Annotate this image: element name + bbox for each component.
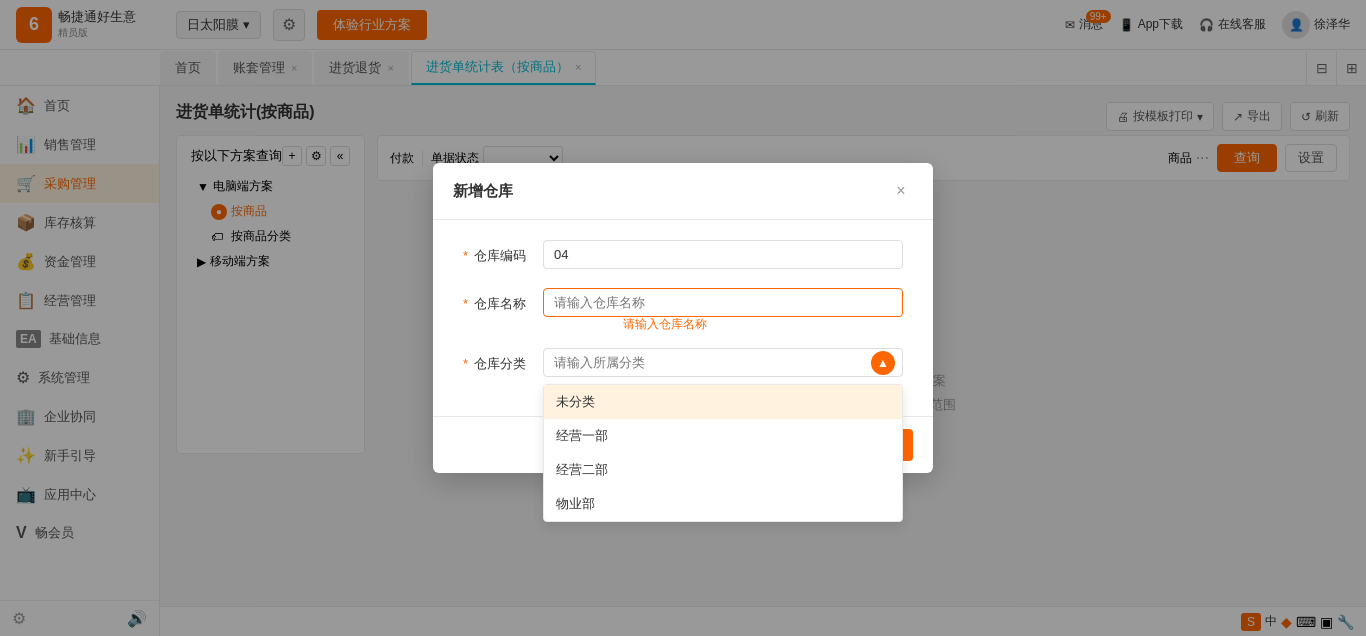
name-label: * 仓库名称: [463, 288, 543, 320]
option-dept1[interactable]: 经营一部: [544, 419, 902, 453]
category-dropdown[interactable]: ▲: [543, 348, 903, 377]
code-input[interactable]: [543, 240, 903, 269]
name-error-message: 请输入仓库名称: [623, 316, 707, 333]
category-toggle-icon[interactable]: ▲: [871, 351, 895, 375]
name-input[interactable]: [543, 288, 903, 317]
form-row-name: * 仓库名称 请输入仓库名称: [463, 288, 903, 320]
dialog-header: 新增仓库 ×: [433, 163, 933, 220]
option-property[interactable]: 物业部: [544, 487, 902, 521]
dialog-overlay[interactable]: 新增仓库 × * 仓库编码 * 仓库名称 请输入仓库名称: [0, 0, 1366, 636]
option-dept2[interactable]: 经营二部: [544, 453, 902, 487]
category-dropdown-list: 未分类 经营一部 经营二部 物业部: [543, 384, 903, 522]
form-row-category: * 仓库分类 ▲ 未分类 经营一部 经营二部 物业部: [463, 348, 903, 380]
category-input[interactable]: [543, 348, 903, 377]
dialog-close-button[interactable]: ×: [889, 179, 913, 203]
new-warehouse-dialog: 新增仓库 × * 仓库编码 * 仓库名称 请输入仓库名称: [433, 163, 933, 473]
dialog-title: 新增仓库: [453, 182, 513, 201]
code-label: * 仓库编码: [463, 240, 543, 272]
dialog-body: * 仓库编码 * 仓库名称 请输入仓库名称 *: [433, 220, 933, 416]
form-row-code: * 仓库编码: [463, 240, 903, 272]
category-label: * 仓库分类: [463, 348, 543, 380]
option-unclassified[interactable]: 未分类: [544, 385, 902, 419]
